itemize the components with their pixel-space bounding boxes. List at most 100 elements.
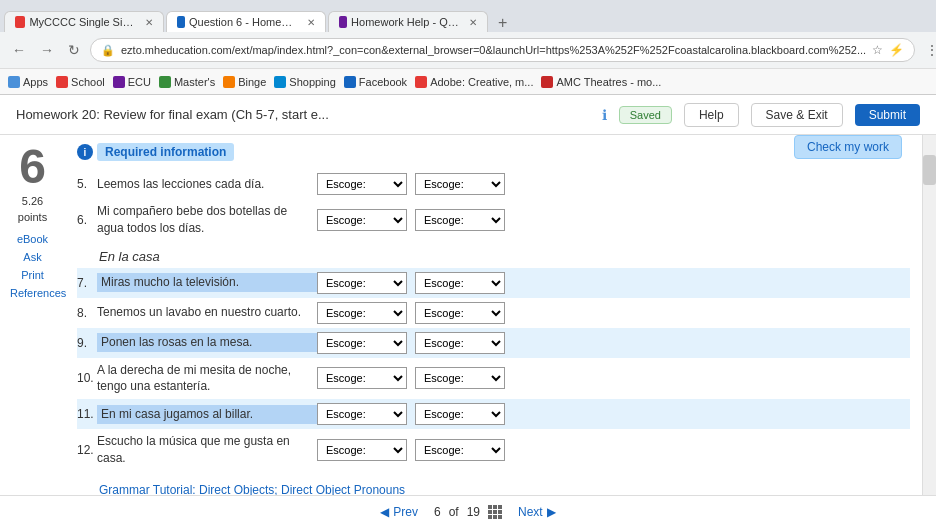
dropdown-6b[interactable]: Escoge:lolaloslas <box>415 209 505 231</box>
print-link[interactable]: Print <box>8 267 57 283</box>
help-button[interactable]: Help <box>684 103 739 127</box>
dropdown-pair-8: Escoge:lolaloslas Escoge:lolaloslas <box>317 302 505 324</box>
app-title: Homework 20: Review for final exam (Ch 5… <box>16 107 590 122</box>
tab-close-q6[interactable]: ✕ <box>307 17 315 28</box>
reload-button[interactable]: ↻ <box>64 40 84 60</box>
bookmark-label-facebook: Facebook <box>359 76 407 88</box>
bookmark-apps[interactable]: Apps <box>8 76 48 88</box>
dropdown-7b[interactable]: Escoge:lolaloslas <box>415 272 505 294</box>
tab-close-myccccc[interactable]: ✕ <box>145 17 153 28</box>
check-work-area: Check my work <box>794 135 902 159</box>
grid-icon[interactable] <box>488 505 502 519</box>
grammar-link[interactable]: Grammar Tutorial: Direct Objects; Direct… <box>99 483 910 495</box>
tab-close-hwhelp[interactable]: ✕ <box>469 17 477 28</box>
current-page: 6 <box>434 505 441 519</box>
ask-link[interactable]: Ask <box>8 249 57 265</box>
q-num-9: 9. <box>77 336 97 350</box>
q-text-10: A la derecha de mi mesita de noche, teng… <box>97 362 317 396</box>
q-text-11: En mi casa jugamos al billar. <box>97 405 317 424</box>
dropdown-12a[interactable]: Escoge:lolaloslas <box>317 439 407 461</box>
extensions-icon[interactable]: ⚡ <box>889 43 904 57</box>
question-row-7: 7. Miras mucho la televisión. Escoge:lol… <box>77 268 910 298</box>
dropdown-pair-12: Escoge:lolaloslas Escoge:lolaloslas <box>317 439 505 461</box>
bookmark-school[interactable]: School <box>56 76 105 88</box>
tab-favicon-myccccc <box>15 16 25 28</box>
bookmark-adobe[interactable]: Adobe: Creative, m... <box>415 76 533 88</box>
star-icon[interactable]: ☆ <box>872 43 883 57</box>
dropdown-11a[interactable]: Escoge:lolaloslas <box>317 403 407 425</box>
dropdown-6a[interactable]: Escoge:lolaloslas <box>317 209 407 231</box>
dropdown-7a[interactable]: Escoge:lolaloslas <box>317 272 407 294</box>
references-link[interactable]: References <box>8 285 57 301</box>
scrollbar-area[interactable] <box>922 135 936 495</box>
question-number: 6 <box>8 143 57 191</box>
bookmark-ecu[interactable]: ECU <box>113 76 151 88</box>
dropdown-9a[interactable]: Escoge:lolaloslas <box>317 332 407 354</box>
dropdown-pair-10: Escoge:lolaloslas Escoge:lolaloslas <box>317 367 505 389</box>
bookmark-label-shopping: Shopping <box>289 76 336 88</box>
content-area: Check my work i Required information 5. … <box>65 135 922 495</box>
question-row-8: 8. Tenemos un lavabo en nuestro cuarto. … <box>77 298 910 328</box>
tab-label-myccccc: MyCCCC Single Sign-On <box>29 16 137 28</box>
submit-button[interactable]: Submit <box>855 104 920 126</box>
new-tab-button[interactable]: + <box>490 14 515 32</box>
next-label: Next <box>518 505 543 519</box>
dropdown-5a[interactable]: Escoge:lolaloslas <box>317 173 407 195</box>
tab-myccccc[interactable]: MyCCCC Single Sign-On ✕ <box>4 11 164 32</box>
bookmarks-bar: Apps School ECU Master's Binge Shopping … <box>0 68 936 94</box>
next-button[interactable]: Next ▶ <box>518 505 556 519</box>
question-row-12: 12. Escucho la música que me gusta en ca… <box>77 429 910 471</box>
tab-question6[interactable]: Question 6 - Homework 20: Rev... ✕ <box>166 11 326 32</box>
dropdown-pair-9: Escoge:lolaloslas Escoge:lolaloslas <box>317 332 505 354</box>
dropdown-10b[interactable]: Escoge:lolaloslas <box>415 367 505 389</box>
page-info: 6 of 19 <box>434 505 502 519</box>
scrollbar-thumb[interactable] <box>923 155 936 185</box>
q-num-6: 6. <box>77 213 97 227</box>
ebook-link[interactable]: eBook <box>8 231 57 247</box>
dropdown-5b[interactable]: Escoge:lolaloslas <box>415 173 505 195</box>
dropdown-12b[interactable]: Escoge:lolaloslas <box>415 439 505 461</box>
bookmark-icon-apps <box>8 76 20 88</box>
dropdown-8a[interactable]: Escoge:lolaloslas <box>317 302 407 324</box>
tab-bar: MyCCCC Single Sign-On ✕ Question 6 - Hom… <box>0 0 936 32</box>
bookmark-label-apps: Apps <box>23 76 48 88</box>
tab-hwhelp[interactable]: Homework Help - Q&A from On... ✕ <box>328 11 488 32</box>
bookmark-amc[interactable]: AMC Theatres - mo... <box>541 76 661 88</box>
lock-icon: 🔒 <box>101 44 115 57</box>
info-icon[interactable]: ℹ <box>602 107 607 123</box>
required-info-icon: i <box>77 144 93 160</box>
prev-button[interactable]: ◀ Prev <box>380 505 418 519</box>
dropdown-10a[interactable]: Escoge:lolaloslas <box>317 367 407 389</box>
tab-label-q6: Question 6 - Homework 20: Rev... <box>189 16 299 28</box>
dropdown-8b[interactable]: Escoge:lolaloslas <box>415 302 505 324</box>
points-value: 5.26 <box>8 195 57 207</box>
dropdown-11b[interactable]: Escoge:lolaloslas <box>415 403 505 425</box>
check-work-button[interactable]: Check my work <box>794 135 902 159</box>
question-row-5: 5. Leemos las lecciones cada día. Escoge… <box>77 169 910 199</box>
back-button[interactable]: ← <box>8 40 30 60</box>
q-text-5: Leemos las lecciones cada día. <box>97 176 317 193</box>
q-text-12: Escucho la música que me gusta en casa. <box>97 433 317 467</box>
menu-button[interactable]: ⋮ <box>921 40 936 60</box>
forward-button[interactable]: → <box>36 40 58 60</box>
bookmark-label-adobe: Adobe: Creative, m... <box>430 76 533 88</box>
bookmark-binge[interactable]: Binge <box>223 76 266 88</box>
bookmark-label-amc: AMC Theatres - mo... <box>556 76 661 88</box>
bookmark-icon-school <box>56 76 68 88</box>
q-text-7: Miras mucho la televisión. <box>97 273 317 292</box>
app-header: Homework 20: Review for final exam (Ch 5… <box>0 95 936 135</box>
question-number-panel: 6 5.26 points eBook Ask Print References <box>0 135 65 495</box>
q-num-10: 10. <box>77 371 97 385</box>
saved-badge: Saved <box>619 106 672 124</box>
question-row-10: 10. A la derecha de mi mesita de noche, … <box>77 358 910 400</box>
bookmark-facebook[interactable]: Facebook <box>344 76 407 88</box>
tab-label-hwhelp: Homework Help - Q&A from On... <box>351 16 461 28</box>
bookmark-icon-binge <box>223 76 235 88</box>
next-arrow-icon: ▶ <box>547 505 556 519</box>
address-bar[interactable]: 🔒 ezto.mheducation.com/ext/map/index.htm… <box>90 38 915 62</box>
bookmark-masters[interactable]: Master's <box>159 76 215 88</box>
bookmark-shopping[interactable]: Shopping <box>274 76 336 88</box>
bookmark-label-school: School <box>71 76 105 88</box>
save-exit-button[interactable]: Save & Exit <box>751 103 843 127</box>
dropdown-9b[interactable]: Escoge:lolaloslas <box>415 332 505 354</box>
